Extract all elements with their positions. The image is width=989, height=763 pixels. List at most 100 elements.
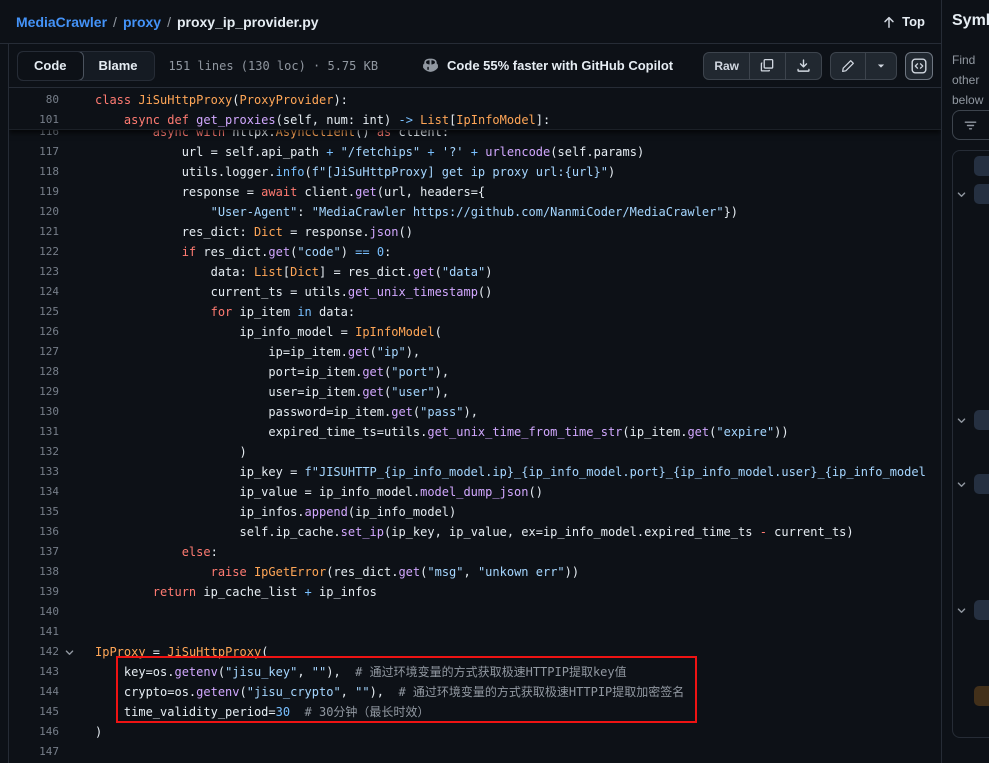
symbol-tag[interactable] [974,156,989,176]
tab-code[interactable]: Code [17,51,84,81]
code-text: ) [79,722,102,742]
line-number[interactable]: 117 [9,142,59,162]
copy-raw-button[interactable] [749,53,785,79]
line-number[interactable]: 141 [9,622,59,642]
code-text [79,602,95,622]
line-number[interactable]: 139 [9,582,59,602]
file-toolbar: Code Blame 151 lines (130 loc) · 5.75 KB… [9,44,941,88]
line-number[interactable]: 125 [9,302,59,322]
code-text: user=ip_item.get("user"), [79,382,449,402]
breadcrumb: MediaCrawler / proxy / proxy_ip_provider… [0,0,941,44]
line-number[interactable]: 128 [9,362,59,382]
symbol-tag[interactable] [974,686,989,706]
line-number[interactable]: 122 [9,242,59,262]
symbol-tag[interactable] [974,410,989,430]
tab-blame[interactable]: Blame [83,52,154,80]
line-number[interactable]: 118 [9,162,59,182]
line-number[interactable]: 145 [9,702,59,722]
gutter-space [59,422,79,442]
symbol-tag[interactable] [974,600,989,620]
code-text: return ip_cache_list + ip_infos [79,582,377,602]
breadcrumb-repo-link[interactable]: MediaCrawler [16,14,107,30]
line-number[interactable]: 140 [9,602,59,622]
line-number[interactable]: 124 [9,282,59,302]
code-line: 136 self.ip_cache.set_ip(ip_key, ip_valu… [9,522,941,542]
line-number[interactable]: 119 [9,182,59,202]
line-number[interactable]: 138 [9,562,59,582]
code-line: 123 data: List[Dict] = res_dict.get("dat… [9,262,941,282]
symbols-panel-toggle-button[interactable] [905,52,933,80]
raw-button[interactable]: Raw [704,53,749,79]
gutter-space [59,342,79,362]
fold-chevron-icon [956,189,967,200]
code-text: ip_infos.append(ip_info_model) [79,502,456,522]
line-number[interactable]: 130 [9,402,59,422]
fold-toggle[interactable] [59,642,79,662]
gutter-space [59,162,79,182]
line-number[interactable]: 120 [9,202,59,222]
code-line: 126 ip_info_model = IpInfoModel( [9,322,941,342]
line-number[interactable]: 127 [9,342,59,362]
line-number[interactable]: 137 [9,542,59,562]
gutter-space [59,662,79,682]
code-line: 130 password=ip_item.get("pass"), [9,402,941,422]
line-number[interactable]: 143 [9,662,59,682]
symbols-panel-description: below [952,90,983,110]
symbol-expand-chevron-icon[interactable] [956,477,970,491]
line-number[interactable]: 132 [9,442,59,462]
code-text: "User-Agent": "MediaCrawler https://gith… [79,202,738,222]
code-line: 137 else: [9,542,941,562]
line-number[interactable]: 142 [9,642,59,662]
code-line: 138 raise IpGetError(res_dict.get("msg",… [9,562,941,582]
fold-chevron-icon [64,647,75,658]
symbol-tag[interactable] [974,184,989,204]
line-number[interactable]: 146 [9,722,59,742]
line-number[interactable]: 131 [9,422,59,442]
code-view-container: Code Blame 151 lines (130 loc) · 5.75 KB… [8,44,941,763]
code-text: class JiSuHttpProxy(ProxyProvider): [79,90,348,110]
code-text: ip=ip_item.get("ip"), [79,342,420,362]
code-text: else: [79,542,218,562]
code-text: raise IpGetError(res_dict.get("msg", "un… [79,562,579,582]
line-number[interactable]: 147 [9,742,59,762]
code-text: response = await client.get(url, headers… [79,182,485,202]
line-number[interactable]: 136 [9,522,59,542]
code-area: 116 async with httpx.AsyncClient() as cl… [9,88,941,762]
gutter-space [59,202,79,222]
copilot-banner[interactable]: Code 55% faster with GitHub Copilot [422,57,673,74]
scroll-to-top-link[interactable]: Top [882,14,925,29]
line-number[interactable]: 126 [9,322,59,342]
edit-options-dropdown[interactable] [865,53,896,79]
code-blame-switch: Code Blame [17,51,155,81]
breadcrumb-file-name: proxy_ip_provider.py [177,14,319,30]
line-number[interactable]: 134 [9,482,59,502]
line-number[interactable]: 144 [9,682,59,702]
gutter-space [59,722,79,742]
code-text: password=ip_item.get("pass"), [79,402,478,422]
filter-icon [963,118,978,133]
gutter-space [59,562,79,582]
edit-file-button[interactable] [831,53,865,79]
line-number[interactable]: 129 [9,382,59,402]
code-line: 141 [9,622,941,642]
symbols-panel-description: Find [952,50,975,70]
breadcrumb-folder-link[interactable]: proxy [123,14,161,30]
line-number[interactable]: 101 [9,110,59,130]
code-line: 131 expired_time_ts=utils.get_unix_time_… [9,422,941,442]
symbol-expand-chevron-icon[interactable] [956,603,970,617]
line-number[interactable]: 80 [9,90,59,110]
line-number[interactable]: 133 [9,462,59,482]
symbol-expand-chevron-icon[interactable] [956,413,970,427]
line-number[interactable]: 123 [9,262,59,282]
symbols-filter-input[interactable] [952,110,989,140]
download-raw-button[interactable] [785,53,821,79]
code-line: 120 "User-Agent": "MediaCrawler https://… [9,202,941,222]
symbol-tag[interactable] [974,474,989,494]
symbol-expand-chevron-icon[interactable] [956,187,970,201]
code-line: 121 res_dict: Dict = response.json() [9,222,941,242]
code-text [79,742,95,762]
line-number[interactable]: 135 [9,502,59,522]
line-number[interactable]: 121 [9,222,59,242]
code-text: expired_time_ts=utils.get_unix_time_from… [79,422,789,442]
copilot-icon [422,57,439,74]
